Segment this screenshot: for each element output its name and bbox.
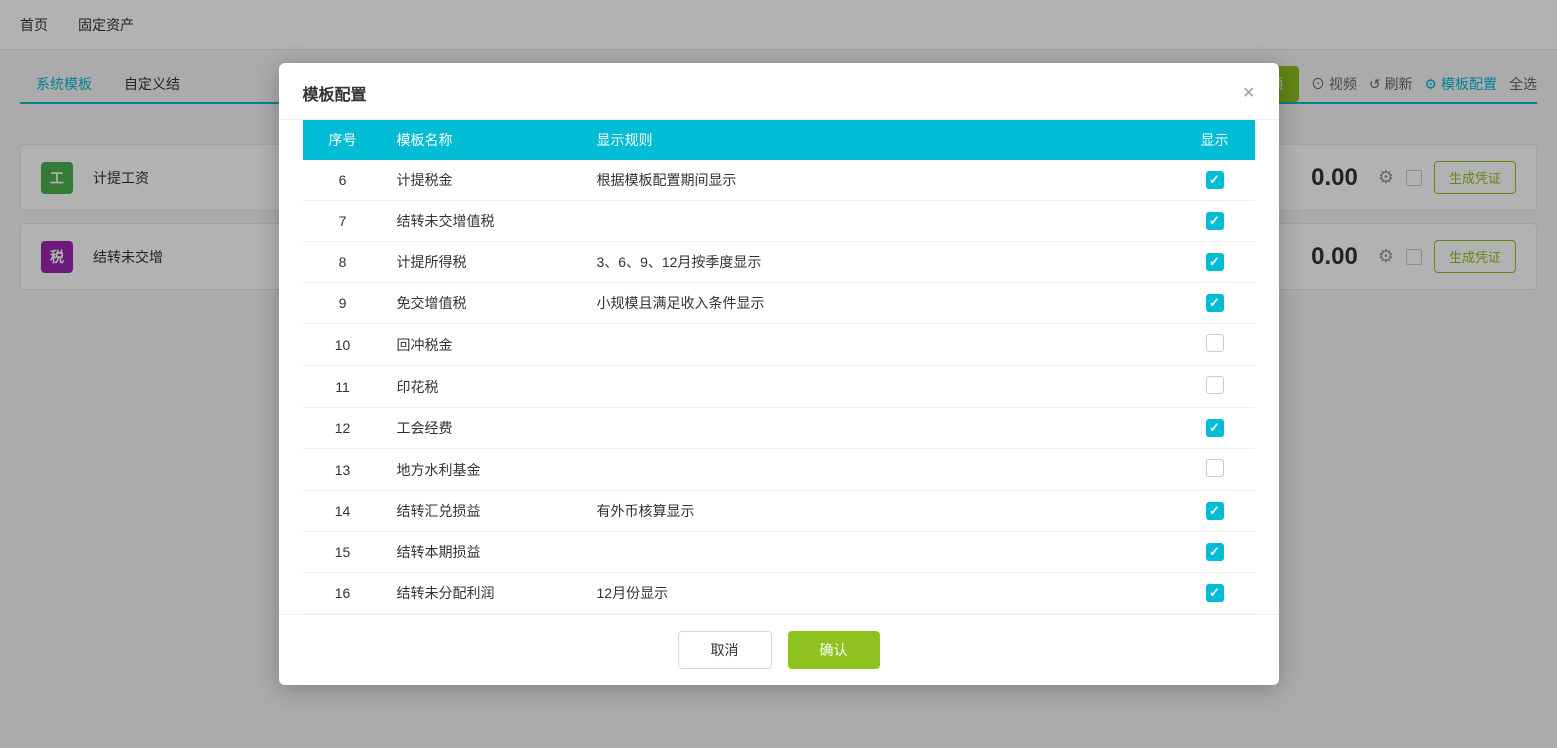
- row-rule: [583, 201, 1175, 242]
- table-row: 16结转未分配利润12月份显示: [303, 573, 1255, 614]
- row-checkbox[interactable]: [1206, 253, 1224, 271]
- row-name: 结转未交增值税: [383, 201, 583, 242]
- table-row: 9免交增值税小规模且满足收入条件显示: [303, 283, 1255, 324]
- row-id: 13: [303, 449, 383, 491]
- modal-template-config: 模板配置 × 序号 模板名称 显示规则 显示 6计提税金根据模板配置期间显: [279, 63, 1279, 685]
- modal-close-button[interactable]: ×: [1243, 83, 1255, 103]
- col-header-name: 模板名称: [383, 120, 583, 160]
- row-id: 6: [303, 160, 383, 201]
- config-table-wrap[interactable]: 序号 模板名称 显示规则 显示 6计提税金根据模板配置期间显示7结转未交增值税8…: [303, 120, 1255, 614]
- row-rule: 12月份显示: [583, 573, 1175, 614]
- table-row: 6计提税金根据模板配置期间显示: [303, 160, 1255, 201]
- row-name: 地方水利基金: [383, 449, 583, 491]
- row-rule: 有外币核算显示: [583, 491, 1175, 532]
- row-checkbox[interactable]: [1206, 171, 1224, 189]
- confirm-button[interactable]: 确认: [788, 631, 880, 669]
- row-checkbox[interactable]: [1206, 584, 1224, 602]
- modal-body: 序号 模板名称 显示规则 显示 6计提税金根据模板配置期间显示7结转未交增值税8…: [279, 120, 1279, 614]
- row-rule: 小规模且满足收入条件显示: [583, 283, 1175, 324]
- row-checkbox-cell: [1175, 160, 1255, 201]
- row-id: 12: [303, 408, 383, 449]
- row-rule: [583, 366, 1175, 408]
- row-checkbox[interactable]: [1206, 543, 1224, 561]
- row-rule: 3、6、9、12月按季度显示: [583, 242, 1175, 283]
- row-id: 8: [303, 242, 383, 283]
- row-id: 15: [303, 532, 383, 573]
- row-checkbox-cell: [1175, 573, 1255, 614]
- row-checkbox-cell: [1175, 283, 1255, 324]
- cancel-button[interactable]: 取消: [678, 631, 772, 669]
- table-row: 8计提所得税3、6、9、12月按季度显示: [303, 242, 1255, 283]
- table-row: 13地方水利基金: [303, 449, 1255, 491]
- row-rule: [583, 449, 1175, 491]
- row-checkbox-cell: [1175, 242, 1255, 283]
- row-checkbox[interactable]: [1206, 502, 1224, 520]
- row-id: 7: [303, 201, 383, 242]
- col-header-display: 显示: [1175, 120, 1255, 160]
- row-checkbox[interactable]: [1206, 419, 1224, 437]
- row-id: 9: [303, 283, 383, 324]
- row-checkbox-cell: [1175, 324, 1255, 366]
- row-id: 14: [303, 491, 383, 532]
- table-row: 15结转本期损益: [303, 532, 1255, 573]
- config-table: 序号 模板名称 显示规则 显示 6计提税金根据模板配置期间显示7结转未交增值税8…: [303, 120, 1255, 614]
- row-rule: [583, 408, 1175, 449]
- row-rule: [583, 324, 1175, 366]
- row-id: 10: [303, 324, 383, 366]
- row-name: 免交增值税: [383, 283, 583, 324]
- row-name: 结转本期损益: [383, 532, 583, 573]
- row-checkbox-cell: [1175, 449, 1255, 491]
- table-row: 12工会经费: [303, 408, 1255, 449]
- row-name: 结转未分配利润: [383, 573, 583, 614]
- table-row: 10回冲税金: [303, 324, 1255, 366]
- modal-header: 模板配置 ×: [279, 63, 1279, 120]
- row-id: 11: [303, 366, 383, 408]
- row-name: 计提税金: [383, 160, 583, 201]
- row-name: 计提所得税: [383, 242, 583, 283]
- row-checkbox-cell: [1175, 366, 1255, 408]
- col-header-rule: 显示规则: [583, 120, 1175, 160]
- row-checkbox[interactable]: [1206, 334, 1224, 352]
- row-name: 结转汇兑损益: [383, 491, 583, 532]
- modal-title: 模板配置: [303, 81, 367, 105]
- table-row: 14结转汇兑损益有外币核算显示: [303, 491, 1255, 532]
- row-checkbox-cell: [1175, 408, 1255, 449]
- col-header-id: 序号: [303, 120, 383, 160]
- table-row: 7结转未交增值税: [303, 201, 1255, 242]
- row-checkbox[interactable]: [1206, 376, 1224, 394]
- row-name: 工会经费: [383, 408, 583, 449]
- row-checkbox[interactable]: [1206, 212, 1224, 230]
- row-rule: [583, 532, 1175, 573]
- row-name: 回冲税金: [383, 324, 583, 366]
- row-id: 16: [303, 573, 383, 614]
- modal-overlay: 模板配置 × 序号 模板名称 显示规则 显示 6计提税金根据模板配置期间显: [0, 0, 1557, 748]
- table-row: 11印花税: [303, 366, 1255, 408]
- row-checkbox-cell: [1175, 491, 1255, 532]
- modal-footer: 取消 确认: [279, 614, 1279, 685]
- row-name: 印花税: [383, 366, 583, 408]
- row-rule: 根据模板配置期间显示: [583, 160, 1175, 201]
- row-checkbox-cell: [1175, 532, 1255, 573]
- row-checkbox[interactable]: [1206, 294, 1224, 312]
- row-checkbox[interactable]: [1206, 459, 1224, 477]
- row-checkbox-cell: [1175, 201, 1255, 242]
